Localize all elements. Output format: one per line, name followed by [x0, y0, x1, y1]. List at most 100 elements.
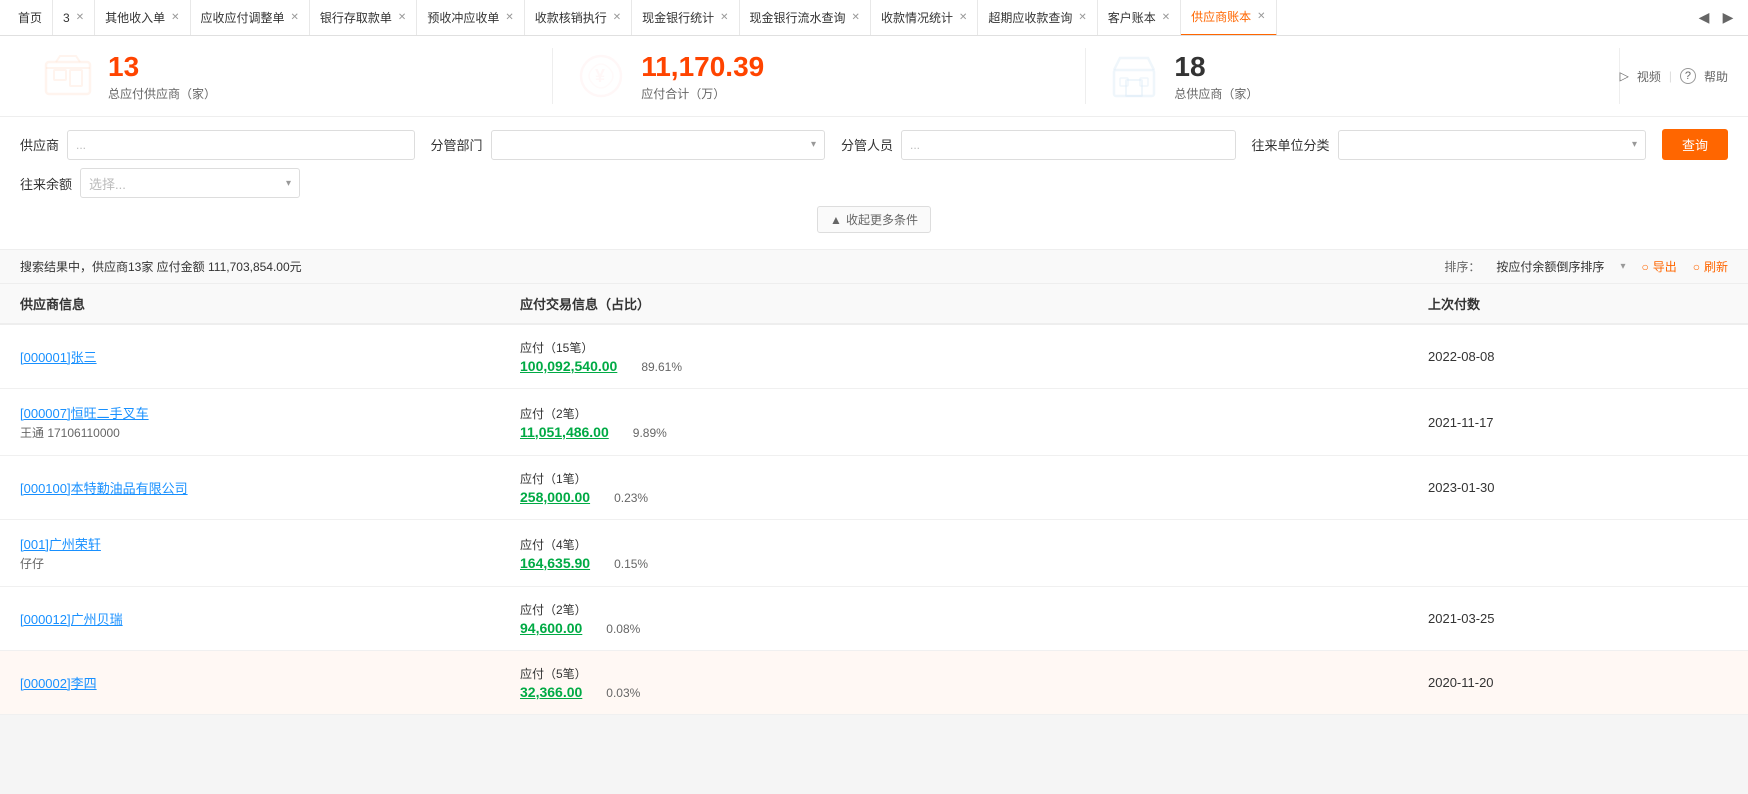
top-right-links: ▷ 视频 | ? 帮助	[1620, 68, 1728, 85]
nav-arrow-left[interactable]: ◀	[1692, 0, 1716, 36]
nav-tab-ar-ap-adjust-close[interactable]: ✕	[291, 12, 299, 23]
filter-row-2: 往来余额 选择... ▾	[20, 168, 1728, 198]
supplier-filter-input[interactable]: ...	[67, 130, 414, 160]
supplier-link-4[interactable]: [001]广州荣轩	[20, 537, 101, 552]
total-suppliers-label: 总供应商（家）	[1174, 85, 1258, 102]
payable-count-2: 应付（2笔）	[520, 405, 1428, 422]
last-pay-date-2: 2021-11-17	[1428, 415, 1494, 430]
supplier-link-5[interactable]: [000012]广州贝瑞	[20, 612, 123, 627]
last-pay-3: 2023-01-30	[1428, 480, 1728, 495]
sort-dropdown-icon[interactable]: ▾	[1620, 261, 1625, 272]
nav-tab-bank-deposit[interactable]: 银行存取款单 ✕	[310, 0, 417, 36]
payable-pct-5: 0.08%	[606, 622, 640, 636]
supplier-link-3[interactable]: [000100]本特勤油品有限公司	[20, 481, 188, 496]
table-row: [000002]李四 应付（5笔） 32,366.00 0.03% 2020-1…	[0, 651, 1748, 715]
nav-tab-3-close[interactable]: ✕	[76, 12, 84, 23]
nav-tab-bank-deposit-close[interactable]: ✕	[398, 12, 406, 23]
nav-tab-other-income-close[interactable]: ✕	[171, 12, 179, 23]
filter-category: 往来单位分类 ▾	[1252, 130, 1647, 160]
nav-tab-receipt-stat[interactable]: 收款情况统计 ✕	[871, 0, 978, 36]
nav-tab-pre-collect[interactable]: 预收冲应收单 ✕	[417, 0, 524, 36]
nav-tab-customer-ledger[interactable]: 客户账本 ✕	[1098, 0, 1181, 36]
page-content: 13 总应付供应商（家） ¥ 11,170.39 应付合计（万）	[0, 36, 1748, 794]
supplier-sub-2: 王通 17106110000	[20, 424, 520, 441]
supplier-link-2[interactable]: [000007]恒旺二手叉车	[20, 406, 149, 421]
supplier-link-1[interactable]: [000001]张三	[20, 350, 97, 365]
payable-info-3: 应付（1笔） 258,000.00 0.23%	[520, 470, 1428, 505]
nav-tab-3-label: 3	[63, 11, 70, 25]
balance-filter-label: 往来余额	[20, 174, 72, 193]
col-header-payable: 应付交易信息（占比）	[520, 294, 1428, 313]
search-button[interactable]: 查询	[1662, 129, 1728, 160]
nav-arrow-right[interactable]: ▶	[1716, 0, 1740, 36]
payable-icon: ¥	[573, 48, 629, 104]
refresh-button[interactable]: ○ 刷新	[1693, 258, 1728, 275]
nav-tab-overdue-ar-close[interactable]: ✕	[1078, 12, 1086, 23]
nav-tab-receipt-verify-close[interactable]: ✕	[613, 12, 621, 23]
nav-tab-overdue-ar[interactable]: 超期应收款查询 ✕	[978, 0, 1097, 36]
sort-value[interactable]: 按应付余额倒序排序	[1496, 258, 1604, 275]
nav-tab-receipt-stat-label: 收款情况统计	[881, 9, 953, 26]
nav-tab-receipt-stat-close[interactable]: ✕	[959, 12, 967, 23]
dept-filter-select[interactable]: ▾	[491, 130, 825, 160]
nav-tab-cash-bank-stat[interactable]: 现金银行统计 ✕	[632, 0, 739, 36]
export-button[interactable]: ○ 导出	[1641, 258, 1676, 275]
nav-tab-bank-deposit-label: 银行存取款单	[320, 9, 392, 26]
summary-card-payable: ¥ 11,170.39 应付合计（万）	[553, 48, 1086, 104]
result-bar: 搜索结果中，供应商13家 应付金额 111,703,854.00元 排序： 按应…	[0, 250, 1748, 284]
payable-amount-6[interactable]: 32,366.00	[520, 684, 582, 700]
nav-tab-cash-bank-stat-close[interactable]: ✕	[720, 12, 728, 23]
export-icon: ○	[1641, 260, 1648, 274]
payable-info-2: 应付（2笔） 11,051,486.00 9.89%	[520, 405, 1428, 440]
supplier-info-3: [000100]本特勤油品有限公司	[20, 478, 520, 497]
nav-tab-supplier-ledger-close[interactable]: ✕	[1257, 11, 1265, 22]
last-pay-6: 2020-11-20	[1428, 675, 1728, 690]
last-pay-2: 2021-11-17	[1428, 415, 1728, 430]
payable-amount-2[interactable]: 11,051,486.00	[520, 424, 609, 440]
video-icon: ▷	[1620, 69, 1629, 83]
payable-amount-3[interactable]: 258,000.00	[520, 489, 590, 505]
nav-tab-pre-collect-close[interactable]: ✕	[505, 12, 513, 23]
last-pay-date-5: 2021-03-25	[1428, 611, 1495, 626]
payable-amount-5[interactable]: 94,600.00	[520, 620, 582, 636]
nav-tab-other-income[interactable]: 其他收入单 ✕	[95, 0, 190, 36]
nav-tab-home[interactable]: 首页	[8, 0, 53, 36]
dept-filter-label: 分管部门	[431, 135, 483, 154]
payable-pct-1: 89.61%	[641, 360, 682, 374]
person-filter-input[interactable]: ...	[901, 130, 1235, 160]
balance-filter-select[interactable]: 选择... ▾	[80, 168, 300, 198]
nav-arrows: ◀ ▶	[1692, 0, 1740, 36]
payable-info-4: 应付（4笔） 164,635.90 0.15%	[520, 536, 1428, 571]
nav-tab-receipt-verify-label: 收款核销执行	[535, 9, 607, 26]
help-link[interactable]: 帮助	[1704, 68, 1728, 85]
payable-info-1: 应付（15笔） 100,092,540.00 89.61%	[520, 339, 1428, 374]
supplier-link-6[interactable]: [000002]李四	[20, 676, 97, 691]
table-row: [000100]本特勤油品有限公司 应付（1笔） 258,000.00 0.23…	[0, 456, 1748, 520]
payable-count-6: 应付（5笔）	[520, 665, 1428, 682]
table-container: 供应商信息 应付交易信息（占比） 上次付数 [000001]张三 应付（15笔）…	[0, 284, 1748, 715]
nav-tab-supplier-ledger[interactable]: 供应商账本 ✕	[1181, 0, 1276, 36]
table-row: [000007]恒旺二手叉车 王通 17106110000 应付（2笔） 11,…	[0, 389, 1748, 456]
supplier-filter-placeholder: ...	[76, 138, 86, 152]
filter-row-1: 供应商 ... 分管部门 ▾ 分管人员 ... 往来单位分类	[20, 129, 1728, 160]
last-pay-5: 2021-03-25	[1428, 611, 1728, 626]
nav-tab-3[interactable]: 3 ✕	[53, 0, 95, 36]
video-link[interactable]: 视频	[1637, 68, 1661, 85]
collapse-button[interactable]: ▲ 收起更多条件	[817, 206, 931, 233]
nav-tab-customer-ledger-close[interactable]: ✕	[1162, 12, 1170, 23]
nav-tab-pre-collect-label: 预收冲应收单	[427, 9, 499, 26]
payable-pct-6: 0.03%	[606, 686, 640, 700]
store-icon	[1106, 48, 1162, 104]
dept-dropdown-icon: ▾	[811, 139, 816, 150]
category-filter-select[interactable]: ▾	[1338, 130, 1646, 160]
payable-amount-4[interactable]: 164,635.90	[520, 555, 590, 571]
balance-filter-value: 选择...	[89, 174, 126, 193]
nav-tab-cash-bank-flow-close[interactable]: ✕	[852, 12, 860, 23]
total-suppliers: 18	[1174, 50, 1258, 84]
supplier-info-2: [000007]恒旺二手叉车 王通 17106110000	[20, 403, 520, 441]
nav-tab-receipt-verify[interactable]: 收款核销执行 ✕	[525, 0, 632, 36]
nav-tab-cash-bank-flow[interactable]: 现金银行流水查询 ✕	[740, 0, 871, 36]
payable-amount-1[interactable]: 100,092,540.00	[520, 358, 617, 374]
nav-tab-cash-bank-stat-label: 现金银行统计	[642, 9, 714, 26]
nav-tab-ar-ap-adjust[interactable]: 应收应付调整单 ✕	[191, 0, 310, 36]
